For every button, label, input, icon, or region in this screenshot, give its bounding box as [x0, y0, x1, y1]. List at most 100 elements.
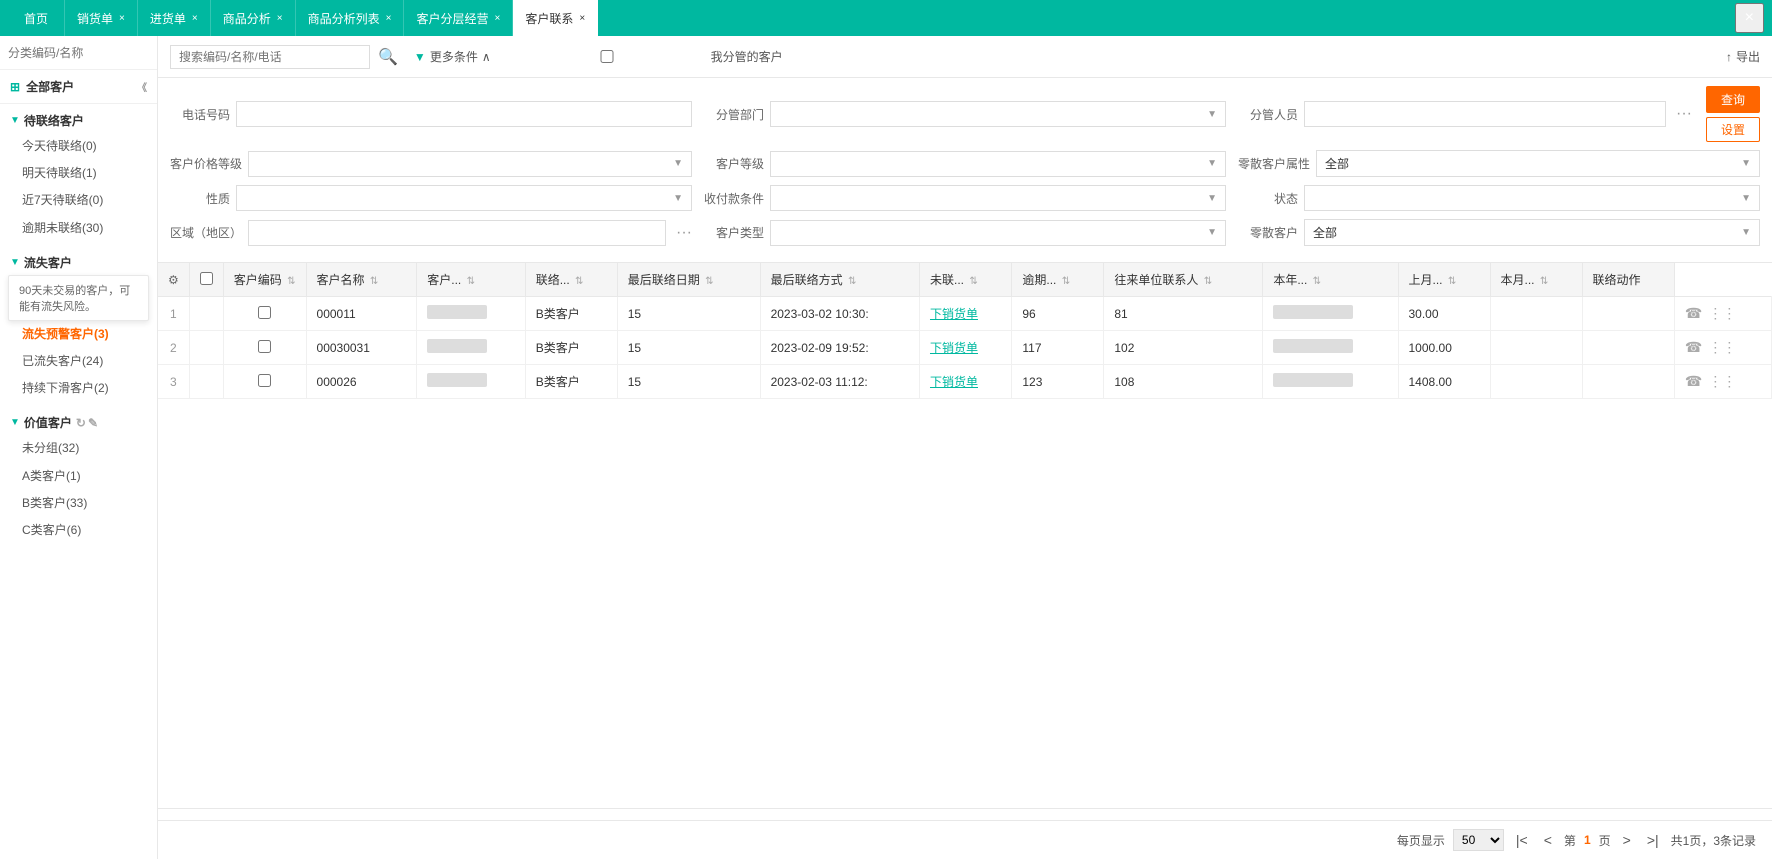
tab-goods-analysis-close[interactable]: × [277, 13, 283, 24]
sidebar-item-b-class[interactable]: B类客户(33) [0, 490, 157, 517]
sidebar-item-7days[interactable]: 近7天待联络(0) [0, 187, 157, 214]
value-edit-icon[interactable]: ✎ [88, 416, 98, 430]
filter-region-select[interactable] [248, 220, 666, 246]
tab-customer-tier-close[interactable]: × [494, 13, 500, 24]
sidebar-item-churn-warning[interactable]: 流失预警客户(3) [0, 321, 157, 348]
query-button[interactable]: 查询 [1706, 86, 1760, 113]
row-checkbox-cell-1[interactable] [223, 331, 306, 365]
sidebar-group-pending: ▼ 待联络客户 今天待联络(0) 明天待联络(1) 近7天待联络(0) 逾期未联… [0, 104, 157, 246]
row-checkbox-2[interactable] [258, 374, 271, 387]
sidebar-search-input[interactable] [8, 46, 158, 60]
value-refresh-icon[interactable]: ↻ [76, 416, 86, 430]
row-checkbox-cell-2[interactable] [223, 365, 306, 399]
th-contact-person[interactable]: 往来单位联系人 ⇅ [1104, 263, 1263, 297]
contact-icon-2[interactable]: ☎ [1685, 373, 1702, 390]
filter-manager-dots[interactable]: ··· [1676, 105, 1692, 123]
more-icon-1[interactable]: ⋮⋮ [1708, 339, 1736, 356]
tab-goods-list[interactable]: 商品分析列表 × [296, 0, 405, 36]
more-icon-2[interactable]: ⋮⋮ [1708, 373, 1736, 390]
th-customer-type[interactable]: 客户... ⇅ [417, 263, 525, 297]
tab-sales-close[interactable]: × [119, 13, 125, 24]
filter-manager-select[interactable] [1304, 101, 1666, 127]
sidebar-group-value-title[interactable]: ▼ 价值客户 ↻ ✎ [0, 410, 157, 435]
search-input[interactable] [170, 45, 370, 69]
row-checkbox-0[interactable] [258, 306, 271, 319]
tab-purchase-close[interactable]: × [192, 13, 198, 24]
th-overdue[interactable]: 逾期... ⇅ [1012, 263, 1104, 297]
filter-status-select[interactable]: ▼ [1304, 185, 1760, 211]
tab-customer-tier[interactable]: 客户分层经营 × [404, 0, 513, 36]
filter-scatter-select[interactable]: 全部 ▼ [1304, 219, 1760, 246]
th-last-date[interactable]: 最后联络日期 ⇅ [617, 263, 760, 297]
row-checkbox-1[interactable] [258, 340, 271, 353]
row-last-month-2 [1490, 365, 1582, 399]
more-icon-0[interactable]: ⋮⋮ [1708, 305, 1736, 322]
table-checkbox-header[interactable] [189, 263, 223, 297]
horizontal-scrollbar[interactable] [158, 808, 1772, 820]
tab-goods-analysis[interactable]: 商品分析 × [211, 0, 296, 36]
th-this-year[interactable]: 本年... ⇅ [1263, 263, 1398, 297]
tab-purchase[interactable]: 进货单 × [138, 0, 211, 36]
row-name-2 [417, 365, 525, 399]
row-overdue-1: 102 [1104, 331, 1263, 365]
sidebar-group-churn-title[interactable]: ▼ 流失客户 [0, 250, 157, 275]
row-last-type-1[interactable]: 下销货单 [919, 331, 1011, 365]
tab-sales[interactable]: 销货单 × [65, 0, 138, 36]
filter-payment-select[interactable]: ▼ [770, 185, 1226, 211]
sidebar-item-churn-lost[interactable]: 已流失客户(24) [0, 348, 157, 375]
row-code-0: 000011 [306, 297, 417, 331]
row-last-type-0[interactable]: 下销货单 [919, 297, 1011, 331]
window-close-button[interactable]: × [1735, 3, 1764, 33]
contact-icon-1[interactable]: ☎ [1685, 339, 1702, 356]
last-page-button[interactable]: >| [1643, 830, 1663, 850]
filter-phone-input[interactable] [236, 101, 692, 127]
row-type-0: B类客户 [525, 297, 617, 331]
th-last-month[interactable]: 上月... ⇅ [1398, 263, 1490, 297]
filter-customer-type-select[interactable]: ▼ [770, 220, 1226, 246]
contact-icon-0[interactable]: ☎ [1685, 305, 1702, 322]
sidebar-all-customers[interactable]: ⊞ 全部客户 《 [0, 70, 157, 104]
th-name[interactable]: 客户名称 ⇅ [306, 263, 417, 297]
filter-price-level-select[interactable]: ▼ [248, 151, 692, 177]
sidebar-item-overdue[interactable]: 逾期未联络(30) [0, 215, 157, 242]
row-year-1: 1000.00 [1398, 331, 1490, 365]
my-customers-checkbox-area[interactable]: 我分管的客户 [507, 48, 783, 65]
last-type-link-1[interactable]: 下销货单 [930, 341, 978, 355]
sidebar-item-c-class[interactable]: C类客户(6) [0, 517, 157, 544]
sidebar-item-ungrouped[interactable]: 未分组(32) [0, 435, 157, 462]
tab-home[interactable]: 首页 [8, 0, 65, 36]
next-page-button[interactable]: > [1619, 830, 1635, 850]
last-type-link-0[interactable]: 下销货单 [930, 307, 978, 321]
th-this-month[interactable]: 本月... ⇅ [1490, 263, 1582, 297]
settings-button[interactable]: 设置 [1706, 117, 1760, 142]
sidebar-item-a-class[interactable]: A类客户(1) [0, 463, 157, 490]
filter-scatter-attr-select[interactable]: 全部 ▼ [1316, 150, 1760, 177]
filter-nature-select[interactable]: ▼ [236, 185, 692, 211]
row-last-type-2[interactable]: 下销货单 [919, 365, 1011, 399]
sidebar-group-pending-title[interactable]: ▼ 待联络客户 [0, 108, 157, 133]
tab-customer-contact[interactable]: 客户联系 × [513, 0, 598, 36]
last-type-link-2[interactable]: 下销货单 [930, 375, 978, 389]
th-contact-count[interactable]: 联络... ⇅ [525, 263, 617, 297]
th-code[interactable]: 客户编码 ⇅ [223, 263, 306, 297]
filter-customer-level-select[interactable]: ▼ [770, 151, 1226, 177]
th-uncontacted[interactable]: 未联... ⇅ [919, 263, 1011, 297]
search-button[interactable]: 🔍 [378, 47, 398, 67]
sidebar-item-today[interactable]: 今天待联络(0) [0, 133, 157, 160]
th-last-type[interactable]: 最后联络方式 ⇅ [760, 263, 919, 297]
filter-dept-select[interactable]: ▼ [770, 101, 1226, 127]
first-page-button[interactable]: |< [1512, 830, 1532, 850]
sidebar-item-churn-decline[interactable]: 持续下滑客户(2) [0, 375, 157, 402]
filter-button[interactable]: ▼ 更多条件 ∧ [406, 44, 499, 69]
sidebar-item-tomorrow[interactable]: 明天待联络(1) [0, 160, 157, 187]
tab-customer-contact-close[interactable]: × [579, 13, 585, 24]
per-page-select[interactable]: 50 100 200 [1453, 829, 1504, 851]
table-settings-header[interactable]: ⚙ [158, 263, 189, 297]
tab-goods-list-close[interactable]: × [386, 13, 392, 24]
row-checkbox-cell-0[interactable] [223, 297, 306, 331]
filter-region-dots[interactable]: ··· [676, 224, 692, 242]
prev-page-button[interactable]: < [1540, 830, 1556, 850]
select-all-checkbox[interactable] [200, 272, 213, 285]
my-customers-checkbox[interactable] [507, 50, 707, 63]
export-button[interactable]: ↑ 导出 [1726, 48, 1760, 65]
